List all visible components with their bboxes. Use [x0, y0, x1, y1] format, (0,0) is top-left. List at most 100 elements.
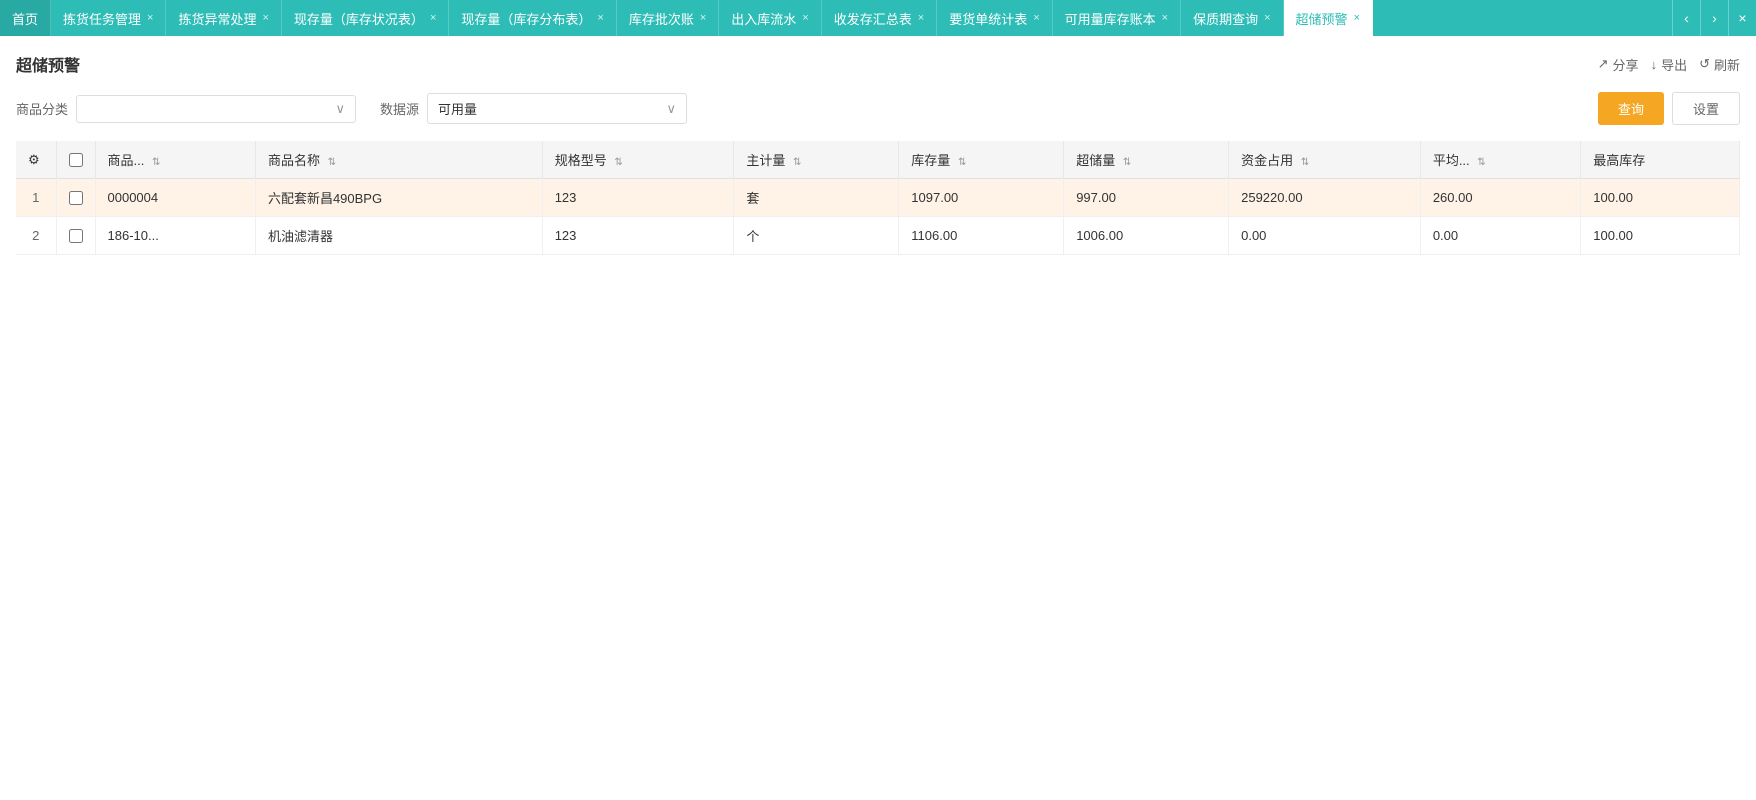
nav-right-arrow[interactable]: ›: [1700, 0, 1728, 36]
sort-overstock-icon[interactable]: ⇅: [1123, 157, 1131, 168]
th-avg: 平均... ⇅: [1420, 141, 1580, 179]
cell-code: 186-10...: [95, 217, 255, 255]
datasource-select-value: 可用量: [438, 99, 477, 118]
sort-name-icon[interactable]: ⇅: [328, 157, 336, 168]
datasource-chevron-icon: ∨: [667, 101, 677, 117]
nav-task[interactable]: 拣货任务管理 ×: [51, 0, 166, 36]
th-code: 商品... ⇅: [95, 141, 255, 179]
nav-order-stat-close[interactable]: ×: [1033, 12, 1039, 24]
nav-left-arrow[interactable]: ‹: [1672, 0, 1700, 36]
nav-arrow-group: ‹ › ×: [1672, 0, 1756, 36]
export-icon: ↓: [1651, 57, 1658, 72]
nav-abnormal[interactable]: 拣货异常处理 ×: [166, 0, 281, 36]
page-content: 超储预警 ↗ 分享 ↓ 导出 ↺ 刷新 商品分类 ∨ 数据源: [0, 36, 1756, 800]
cell-stock: 1106.00: [899, 217, 1064, 255]
table-header: ⚙ 商品... ⇅ 商品名称 ⇅ 规格型号 ⇅: [16, 141, 1740, 179]
cell-overstock: 997.00: [1064, 179, 1229, 217]
table-row: 1 0000004 六配套新昌490BPG 123 套 1097.00 997.…: [16, 179, 1740, 217]
cell-capital: 259220.00: [1229, 179, 1421, 217]
th-stock: 库存量 ⇅: [899, 141, 1064, 179]
category-label: 商品分类: [16, 99, 68, 118]
category-select[interactable]: ∨: [76, 95, 356, 123]
nav-more-arrow[interactable]: ×: [1728, 0, 1756, 36]
nav-abnormal-close[interactable]: ×: [262, 12, 268, 24]
cell-name: 六配套新昌490BPG: [255, 179, 542, 217]
nav-avail-stock-close[interactable]: ×: [1162, 12, 1168, 24]
refresh-icon: ↺: [1699, 56, 1710, 72]
cell-avg: 260.00: [1420, 179, 1580, 217]
nav-stock-dist-close[interactable]: ×: [597, 12, 603, 24]
th-gear: ⚙: [16, 141, 56, 179]
sort-capital-icon[interactable]: ⇅: [1301, 157, 1309, 168]
cell-stock: 1097.00: [899, 179, 1064, 217]
nav-stock-dist[interactable]: 现存量（库存分布表） ×: [449, 0, 616, 36]
nav-quality-close[interactable]: ×: [1264, 12, 1270, 24]
cell-index: 2: [16, 217, 56, 255]
nav-collect-close[interactable]: ×: [918, 12, 924, 24]
datasource-select[interactable]: 可用量 ∨: [427, 93, 687, 124]
nav-overstock[interactable]: 超储预警 ×: [1284, 0, 1373, 36]
row-checkbox[interactable]: [69, 229, 83, 243]
th-name: 商品名称 ⇅: [255, 141, 542, 179]
table-body: 1 0000004 六配套新昌490BPG 123 套 1097.00 997.…: [16, 179, 1740, 255]
cell-avg: 0.00: [1420, 217, 1580, 255]
nav-stock-status[interactable]: 现存量（库存状况表） ×: [282, 0, 449, 36]
sort-spec-icon[interactable]: ⇅: [614, 157, 622, 168]
cell-name: 机油滤清器: [255, 217, 542, 255]
cell-capital: 0.00: [1229, 217, 1421, 255]
share-icon: ↗: [1598, 56, 1609, 72]
gear-icon[interactable]: ⚙: [28, 152, 40, 167]
nav-batch-close[interactable]: ×: [700, 12, 706, 24]
cell-overstock: 1006.00: [1064, 217, 1229, 255]
nav-task-close[interactable]: ×: [147, 12, 153, 24]
cell-unit: 个: [734, 217, 899, 255]
cell-code: 0000004: [95, 179, 255, 217]
refresh-button[interactable]: ↺ 刷新: [1699, 55, 1740, 74]
th-checkbox: [56, 141, 95, 179]
nav-avail-stock[interactable]: 可用量库存账本 ×: [1053, 0, 1181, 36]
nav-quality[interactable]: 保质期查询 ×: [1181, 0, 1283, 36]
datasource-filter: 数据源 可用量 ∨: [380, 93, 687, 124]
cell-checkbox: [56, 217, 95, 255]
nav-inout-close[interactable]: ×: [802, 12, 808, 24]
cell-max-stock: 100.00: [1581, 217, 1740, 255]
page-header: 超储预警 ↗ 分享 ↓ 导出 ↺ 刷新: [16, 52, 1740, 76]
header-actions: ↗ 分享 ↓ 导出 ↺ 刷新: [1598, 55, 1740, 74]
top-navigation: 首页 拣货任务管理 × 拣货异常处理 × 现存量（库存状况表） × 现存量（库存…: [0, 0, 1756, 36]
category-filter: 商品分类 ∨: [16, 95, 356, 123]
nav-inout[interactable]: 出入库流水 ×: [719, 0, 821, 36]
sort-stock-icon[interactable]: ⇅: [958, 157, 966, 168]
th-max-stock: 最高库存: [1581, 141, 1740, 179]
filter-row: 商品分类 ∨ 数据源 可用量 ∨ 查询 设置: [16, 92, 1740, 125]
filter-actions: 查询 设置: [1598, 92, 1740, 125]
nav-home[interactable]: 首页: [0, 0, 51, 36]
cell-spec: 123: [542, 217, 734, 255]
export-button[interactable]: ↓ 导出: [1651, 55, 1688, 74]
nav-overstock-close[interactable]: ×: [1354, 12, 1360, 24]
th-unit: 主计量 ⇅: [734, 141, 899, 179]
cell-unit: 套: [734, 179, 899, 217]
share-button[interactable]: ↗ 分享: [1598, 55, 1639, 74]
page-title: 超储预警: [16, 52, 80, 76]
query-button[interactable]: 查询: [1598, 92, 1664, 125]
cell-spec: 123: [542, 179, 734, 217]
data-table: ⚙ 商品... ⇅ 商品名称 ⇅ 规格型号 ⇅: [16, 141, 1740, 255]
sort-avg-icon[interactable]: ⇅: [1477, 157, 1485, 168]
nav-order-stat[interactable]: 要货单统计表 ×: [937, 0, 1052, 36]
select-all-checkbox[interactable]: [69, 153, 83, 167]
cell-index: 1: [16, 179, 56, 217]
sort-code-icon[interactable]: ⇅: [152, 157, 160, 168]
settings-button[interactable]: 设置: [1672, 92, 1740, 125]
cell-max-stock: 100.00: [1581, 179, 1740, 217]
nav-stock-status-close[interactable]: ×: [430, 12, 436, 24]
th-overstock: 超储量 ⇅: [1064, 141, 1229, 179]
th-capital: 资金占用 ⇅: [1229, 141, 1421, 179]
th-spec: 规格型号 ⇅: [542, 141, 734, 179]
sort-unit-icon[interactable]: ⇅: [793, 157, 801, 168]
cell-checkbox: [56, 179, 95, 217]
category-chevron-icon: ∨: [336, 101, 346, 117]
nav-batch[interactable]: 库存批次账 ×: [617, 0, 719, 36]
nav-collect[interactable]: 收发存汇总表 ×: [822, 0, 937, 36]
row-checkbox[interactable]: [69, 191, 83, 205]
datasource-label: 数据源: [380, 99, 419, 118]
